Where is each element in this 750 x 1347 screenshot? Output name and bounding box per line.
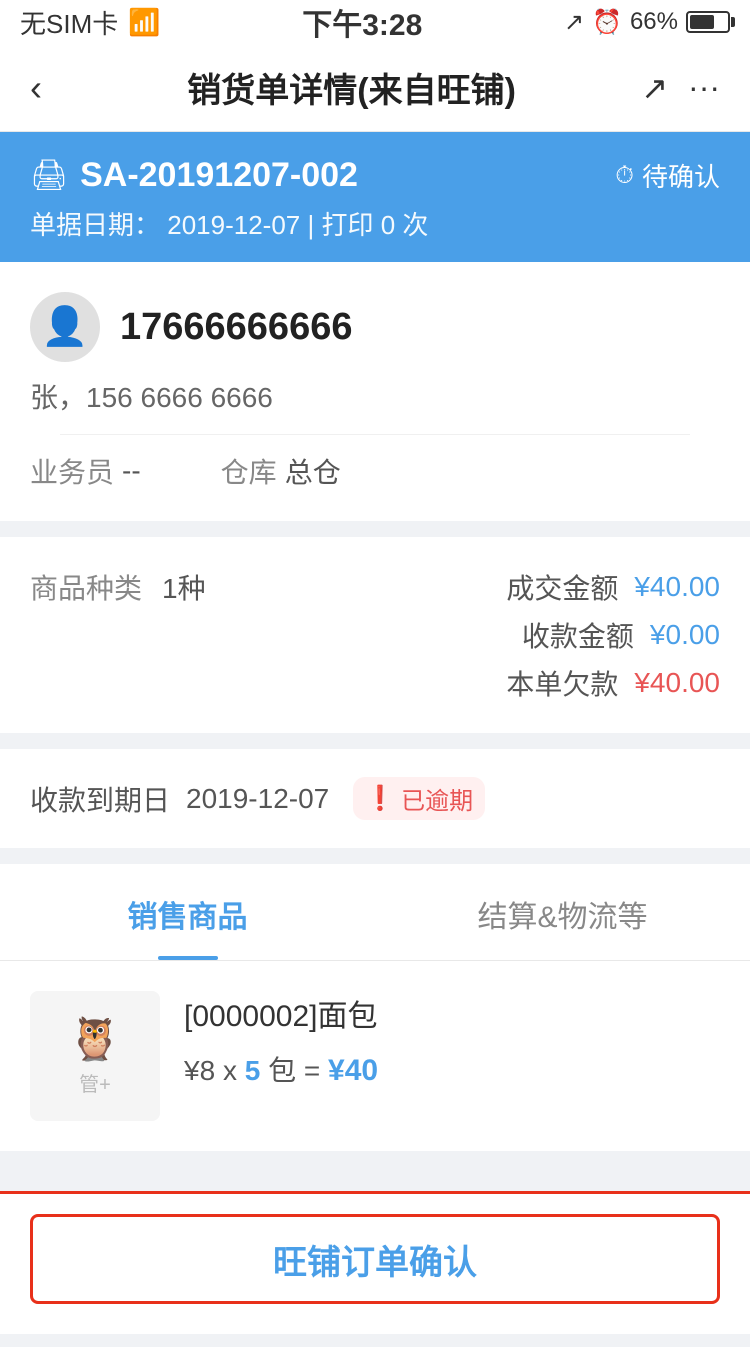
type-label: 商品种类 <box>30 567 142 607</box>
order-status: ⏱ 待确认 <box>615 157 720 194</box>
price-multiply: x <box>223 1055 237 1086</box>
deal-value: ¥40.00 <box>634 571 720 603</box>
customer-meta: 业务员 -- 仓库 总仓 <box>30 451 720 491</box>
battery-percent: 66% <box>630 8 678 36</box>
warehouse-item: 仓库 总仓 <box>221 451 341 491</box>
tab-products[interactable]: 销售商品 <box>0 864 375 960</box>
tabs-bar: 销售商品 结算&物流等 <box>0 864 750 961</box>
order-meta: 单据日期： 2019-12-07 | 打印 0 次 <box>30 205 720 242</box>
customer-name: 张，156 6666 6666 <box>30 376 720 416</box>
receipt-value: ¥0.00 <box>650 619 720 651</box>
overdue-badge: ❗ 已逾期 <box>353 777 485 820</box>
status-right: ↗ ⏰ 66% <box>564 8 730 37</box>
order-date: 2019-12-07 <box>167 210 300 240</box>
order-header-top: 🖨 SA-20191207-002 ⏱ 待确认 <box>30 156 720 195</box>
price-total: ¥40 <box>328 1054 378 1087</box>
meta-separator: | <box>307 210 321 240</box>
due-label: 本单欠款 <box>506 663 618 703</box>
order-id-wrap: 🖨 SA-20191207-002 <box>30 156 358 195</box>
print-count: 0 <box>381 210 395 240</box>
staff-item: 业务员 -- <box>30 451 141 491</box>
back-button[interactable]: ‹ <box>30 57 62 119</box>
status-text: 待确认 <box>642 157 720 194</box>
print-label: 打印 <box>321 210 373 240</box>
order-id: SA-20191207-002 <box>80 156 358 195</box>
status-bar: 无SIM卡 📶 下午3:28 ↗ ⏰ 66% <box>0 0 750 44</box>
staff-label: 业务员 <box>30 451 114 491</box>
avatar-icon: 👤 <box>41 305 88 349</box>
avatar: 👤 <box>30 292 100 362</box>
product-info: [0000002]面包 ¥8 x 5 包 = ¥40 <box>184 991 720 1089</box>
thumb-inner: 🦉 管+ <box>69 1015 121 1097</box>
owl-icon: 🦉 <box>69 1015 121 1064</box>
plus-label: 管+ <box>79 1068 111 1097</box>
meta-date-label: 单据日期： <box>30 210 160 240</box>
price-qty: 5 <box>245 1055 261 1086</box>
price-equals: = <box>304 1055 320 1086</box>
status-left: 无SIM卡 📶 <box>20 4 161 41</box>
battery-fill <box>690 15 714 29</box>
battery-icon <box>686 11 730 33</box>
due-value: ¥40.00 <box>634 667 720 699</box>
nav-actions: ↗ ··· <box>641 69 720 107</box>
staff-value: -- <box>122 455 141 487</box>
nav-bar: ‹ 销货单详情(来自旺铺) ↗ ··· <box>0 44 750 132</box>
confirm-button[interactable]: 旺铺订单确认 <box>30 1214 720 1304</box>
share-icon[interactable]: ↗ <box>641 69 668 107</box>
customer-top: 👤 17666666666 <box>30 292 720 362</box>
deal-label: 成交金额 <box>506 567 618 607</box>
wifi-icon: 📶 <box>128 7 160 38</box>
customer-phone: 17666666666 <box>120 306 352 349</box>
deal-row: 成交金额 ¥40.00 <box>506 567 720 607</box>
carrier-text: 无SIM卡 <box>20 4 118 41</box>
tab-products-label: 销售商品 <box>128 901 248 934</box>
price-unit: 包 <box>268 1055 296 1086</box>
order-header: 🖨 SA-20191207-002 ⏱ 待确认 单据日期： 2019-12-07… <box>0 132 750 262</box>
print-suffix: 次 <box>402 210 428 240</box>
warehouse-value: 总仓 <box>285 451 341 491</box>
due-date-value: 2019-12-07 <box>186 783 329 815</box>
alert-icon: ❗ <box>365 784 395 813</box>
due-row: 本单欠款 ¥40.00 <box>506 663 720 703</box>
confirm-btn-wrap: 旺铺订单确认 <box>0 1191 750 1334</box>
product-item: 🦉 管+ [0000002]面包 ¥8 x 5 包 = ¥40 <box>0 961 750 1151</box>
confirm-button-label: 旺铺订单确认 <box>273 1235 477 1284</box>
warehouse-label: 仓库 <box>221 451 277 491</box>
product-name: [0000002]面包 <box>184 991 720 1035</box>
type-value: 1种 <box>162 567 206 607</box>
overdue-text: 已逾期 <box>401 781 473 816</box>
product-thumbnail: 🦉 管+ <box>30 991 160 1121</box>
customer-section: 👤 17666666666 张，156 6666 6666 业务员 -- 仓库 … <box>0 262 750 521</box>
receipt-row: 收款金额 ¥0.00 <box>522 615 720 655</box>
stats-right: 成交金额 ¥40.00 收款金额 ¥0.00 本单欠款 ¥40.00 <box>506 567 720 703</box>
printer-icon: 🖨 <box>30 158 68 193</box>
tab-settlement[interactable]: 结算&物流等 <box>375 864 750 960</box>
stats-left: 商品种类 1种 <box>30 567 206 607</box>
product-price: ¥8 x 5 包 = ¥40 <box>184 1049 720 1089</box>
tab-settlement-label: 结算&物流等 <box>477 901 647 934</box>
clock-icon: ⏱ <box>615 162 634 190</box>
alarm-icon: ⏰ <box>592 8 622 37</box>
due-date-label: 收款到期日 <box>30 779 170 819</box>
stats-section: 商品种类 1种 成交金额 ¥40.00 收款金额 ¥0.00 本单欠款 ¥40.… <box>0 537 750 733</box>
price-base: ¥8 <box>184 1055 215 1086</box>
more-icon[interactable]: ··· <box>688 69 720 106</box>
tabs-section: 销售商品 结算&物流等 🦉 管+ [0000002]面包 ¥8 x 5 包 = … <box>0 864 750 1151</box>
due-date-section: 收款到期日 2019-12-07 ❗ 已逾期 <box>0 749 750 848</box>
receipt-label: 收款金额 <box>522 615 634 655</box>
location-icon: ↗ <box>564 8 584 37</box>
page-title: 销货单详情(来自旺铺) <box>62 63 641 112</box>
status-time: 下午3:28 <box>302 0 422 44</box>
